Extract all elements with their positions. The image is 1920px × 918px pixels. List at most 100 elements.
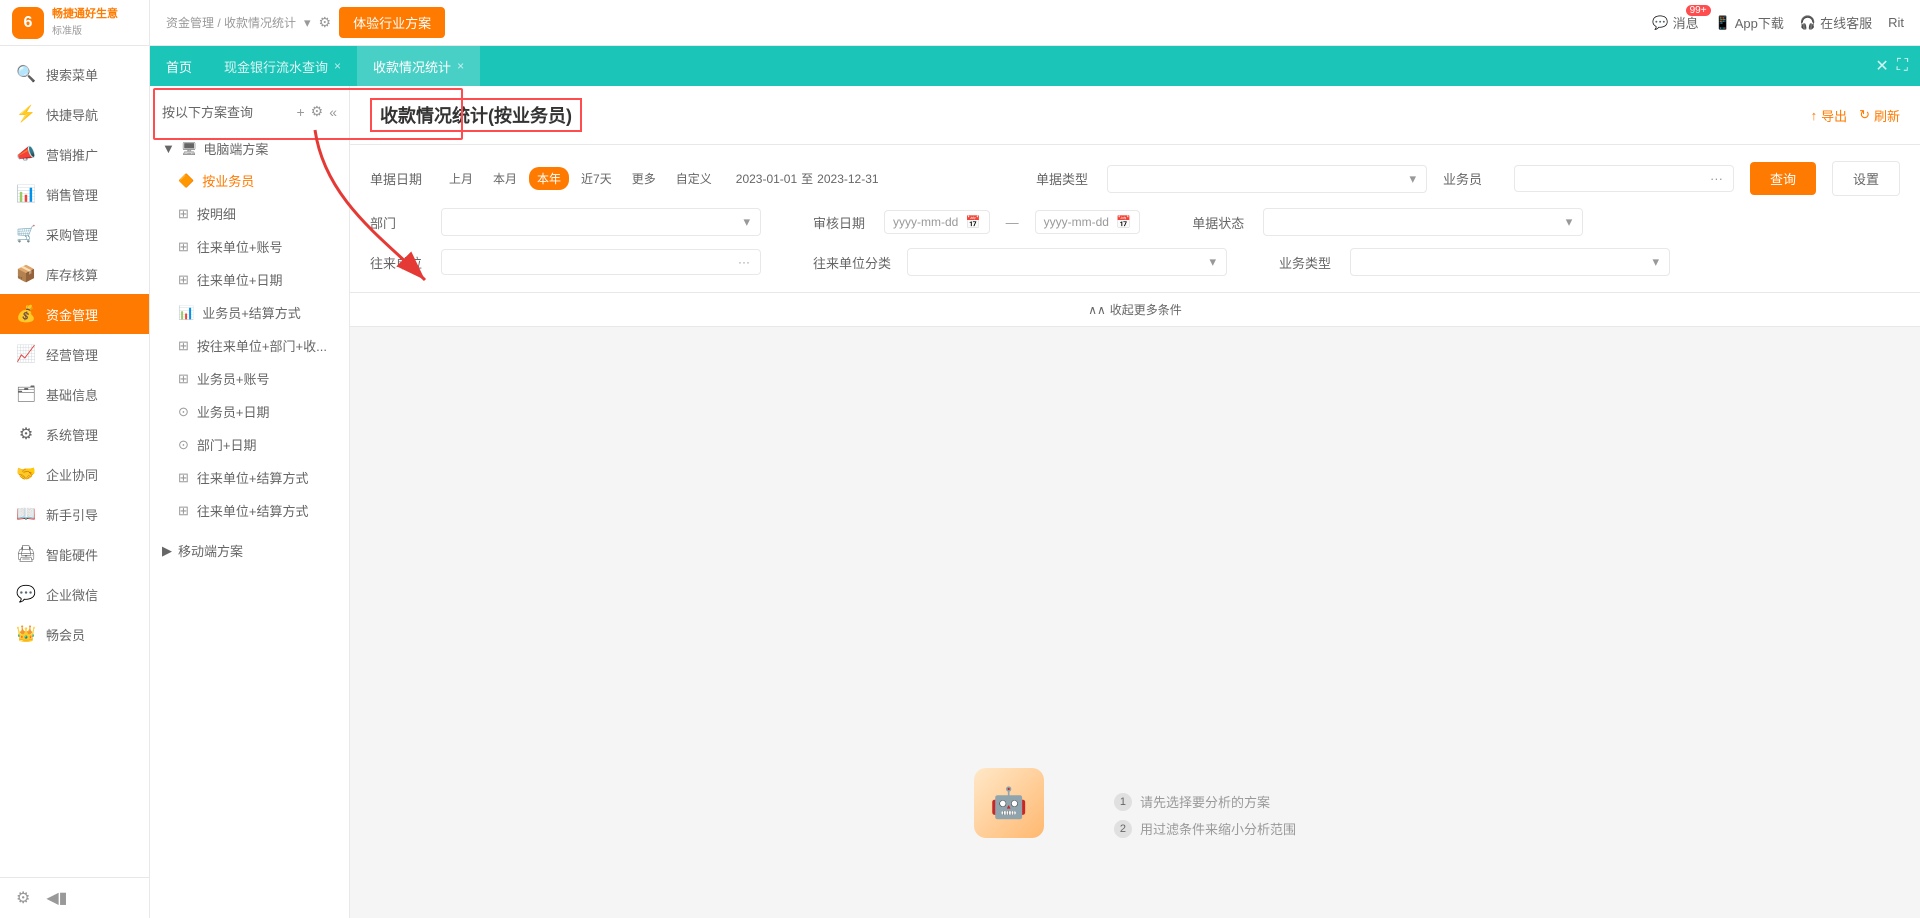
date-tab-custom[interactable]: 自定义: [668, 167, 720, 190]
export-label: 导出: [1821, 106, 1847, 125]
message-btn[interactable]: 💬 消息 99+: [1652, 13, 1698, 32]
query-btn[interactable]: 查询: [1750, 162, 1816, 195]
nav-operation[interactable]: 📈 经营管理: [0, 334, 149, 374]
staff-settle-icon: 📊: [178, 305, 194, 321]
doc-status-field[interactable]: ▾: [1263, 208, 1583, 236]
dept-field[interactable]: ▾: [441, 208, 761, 236]
date-tab-7days[interactable]: 近7天: [573, 167, 620, 190]
biz-type-arrow-icon: ▾: [1652, 254, 1659, 270]
dropdown-arrow-icon[interactable]: ▾: [304, 15, 311, 31]
app-name: 畅捷通好生意: [52, 8, 118, 21]
nav-search-label: 搜索菜单: [46, 65, 98, 84]
settings-bottom-icon[interactable]: ⚙: [16, 888, 30, 908]
tip-text-1: 请先选择要分析的方案: [1140, 792, 1270, 811]
counterpart-field[interactable]: ···: [441, 249, 761, 275]
counterpart-class-field[interactable]: ▾: [907, 248, 1227, 276]
wechat-icon: 💬: [16, 584, 36, 604]
scheme-item-unit-settle2[interactable]: ⊞ 往来单位+结算方式: [150, 494, 349, 527]
refresh-label: 刷新: [1874, 106, 1900, 125]
collapse-bar[interactable]: ∧∧ 收起更多条件: [350, 293, 1920, 327]
review-date-from[interactable]: yyyy-mm-dd 📅: [884, 210, 990, 234]
add-scheme-btn[interactable]: +: [296, 104, 304, 120]
nav-member[interactable]: 👑 畅会员: [0, 614, 149, 654]
nav-hardware-label: 智能硬件: [46, 545, 98, 564]
service-icon: 🎧: [1800, 15, 1816, 31]
filter-row-2: 部门 ▾ 审核日期 yyyy-mm-dd 📅 — yyyy-mm-dd 📅 单: [370, 208, 1900, 236]
nav-guide-label: 新手引导: [46, 505, 98, 524]
date-tab-thismonth[interactable]: 本月: [485, 167, 525, 190]
sidebar: 6 畅捷通好生意 标准版 🔍 搜索菜单 ⚡ 快捷导航 📣 营销推广 📊 销售管理…: [0, 0, 150, 918]
staff-arrow-icon: ···: [1710, 171, 1723, 186]
scheme-item-staff-settle[interactable]: 📊 业务员+结算方式: [150, 296, 349, 329]
app-download-btn[interactable]: 📱 App下载: [1715, 13, 1784, 32]
top-bar-left: 资金管理 / 收款情况统计 ▾ ⚙ 体验行业方案: [166, 7, 1652, 38]
nav-purchase[interactable]: 🛒 采购管理: [0, 214, 149, 254]
scheme-item-by-detail-label: 按明细: [197, 204, 236, 223]
date-tab-thisyear[interactable]: 本年: [529, 167, 569, 190]
online-service-btn[interactable]: 🎧 在线客服: [1800, 13, 1872, 32]
tab-receipt[interactable]: 收款情况统计 ×: [357, 46, 480, 86]
nav-finance[interactable]: 💰 资金管理: [0, 294, 149, 334]
tab-bank-label: 现金银行流水查询: [224, 57, 328, 76]
nav-system[interactable]: ⚙ 系统管理: [0, 414, 149, 454]
tab-home[interactable]: 首页: [150, 46, 208, 86]
settings-scheme-icon[interactable]: ⚙: [311, 103, 324, 120]
nav-guide[interactable]: 📖 新手引导: [0, 494, 149, 534]
scheme-item-by-staff-label: 按业务员: [202, 171, 254, 190]
tab-receipt-close-icon[interactable]: ×: [457, 59, 464, 73]
scheme-item-staff-date[interactable]: ⊙ 业务员+日期: [150, 395, 349, 428]
mobile-group-label: 移动端方案: [178, 541, 243, 560]
nav-marketing-label: 营销推广: [46, 145, 98, 164]
nav-purchase-label: 采购管理: [46, 225, 98, 244]
scheme-item-by-staff[interactable]: 🔶 按业务员: [150, 164, 349, 197]
scheme-item-dept-date[interactable]: ⊙ 部门+日期: [150, 428, 349, 461]
sidebar-bottom: ⚙ ◀▮: [0, 877, 149, 918]
nav-base[interactable]: 🗂 基础信息: [0, 374, 149, 414]
tab-bank[interactable]: 现金银行流水查询 ×: [208, 46, 357, 86]
scheme-group-mobile-title[interactable]: ▶ 移动端方案: [150, 535, 349, 566]
scheme-item-unit-account[interactable]: ⊞ 往来单位+账号: [150, 230, 349, 263]
unit-account-icon: ⊞: [178, 239, 189, 255]
nav-search[interactable]: 🔍 搜索菜单: [0, 54, 149, 94]
review-date-to[interactable]: yyyy-mm-dd 📅: [1035, 210, 1141, 234]
scheme-group-desktop-title[interactable]: ▼ 🖥 电脑端方案: [150, 133, 349, 164]
maximize-window-icon[interactable]: ⛶: [1897, 57, 1908, 75]
trial-btn[interactable]: 体验行业方案: [339, 7, 445, 38]
nav-marketing[interactable]: 📣 营销推广: [0, 134, 149, 174]
scheme-item-by-detail[interactable]: ⊞ 按明细: [150, 197, 349, 230]
doc-type-field[interactable]: ▾: [1107, 165, 1427, 193]
collapse-chevron-icon: ∧∧: [1088, 303, 1106, 317]
staff-label: 业务员: [1443, 169, 1498, 188]
biz-type-label: 业务类型: [1279, 253, 1334, 272]
scheme-item-unit-dept[interactable]: ⊞ 按往来单位+部门+收...: [150, 329, 349, 362]
collapse-panel-icon[interactable]: «: [329, 104, 337, 120]
staff-field[interactable]: ···: [1514, 165, 1734, 192]
nav-sales[interactable]: 📊 销售管理: [0, 174, 149, 214]
tab-bank-close-icon[interactable]: ×: [334, 59, 341, 73]
scheme-item-staff-account[interactable]: ⊞ 业务员+账号: [150, 362, 349, 395]
date-tab-lastmonth[interactable]: 上月: [441, 167, 481, 190]
nav-inventory[interactable]: 📦 库存核算: [0, 254, 149, 294]
biz-type-field[interactable]: ▾: [1350, 248, 1670, 276]
gear-icon[interactable]: ⚙: [319, 14, 332, 31]
scheme-item-unit-date[interactable]: ⊞ 往来单位+日期: [150, 263, 349, 296]
nav-sales-label: 销售管理: [46, 185, 98, 204]
settings-btn[interactable]: 设置: [1832, 161, 1900, 196]
message-icon: 💬: [1652, 15, 1668, 31]
nav-corp[interactable]: 🤝 企业协同: [0, 454, 149, 494]
calendar-to-icon: 📅: [1116, 215, 1131, 229]
refresh-btn[interactable]: ↻ 刷新: [1859, 106, 1900, 125]
close-window-icon[interactable]: ✕: [1875, 56, 1888, 76]
export-btn[interactable]: ↑ 导出: [1811, 106, 1848, 125]
collapse-sidebar-icon[interactable]: ◀▮: [46, 888, 67, 908]
nav-wechat[interactable]: 💬 企业微信: [0, 574, 149, 614]
operation-icon: 📈: [16, 344, 36, 364]
scheme-item-unit-settle1[interactable]: ⊞ 往来单位+结算方式: [150, 461, 349, 494]
scheme-group-desktop: ▼ 🖥 电脑端方案 🔶 按业务员 ⊞ 按明细 ⊞ 往来单位+账号 ⊞ 往来单位+…: [150, 133, 349, 527]
user-avatar[interactable]: Rit: [1888, 15, 1904, 30]
date-tab-more[interactable]: 更多: [624, 167, 664, 190]
nav-quicknav[interactable]: ⚡ 快捷导航: [0, 94, 149, 134]
nav-hardware[interactable]: 🖨 智能硬件: [0, 534, 149, 574]
collapse-label: 收起更多条件: [1110, 301, 1182, 318]
empty-robot-illustration: 🤖: [974, 738, 1074, 838]
